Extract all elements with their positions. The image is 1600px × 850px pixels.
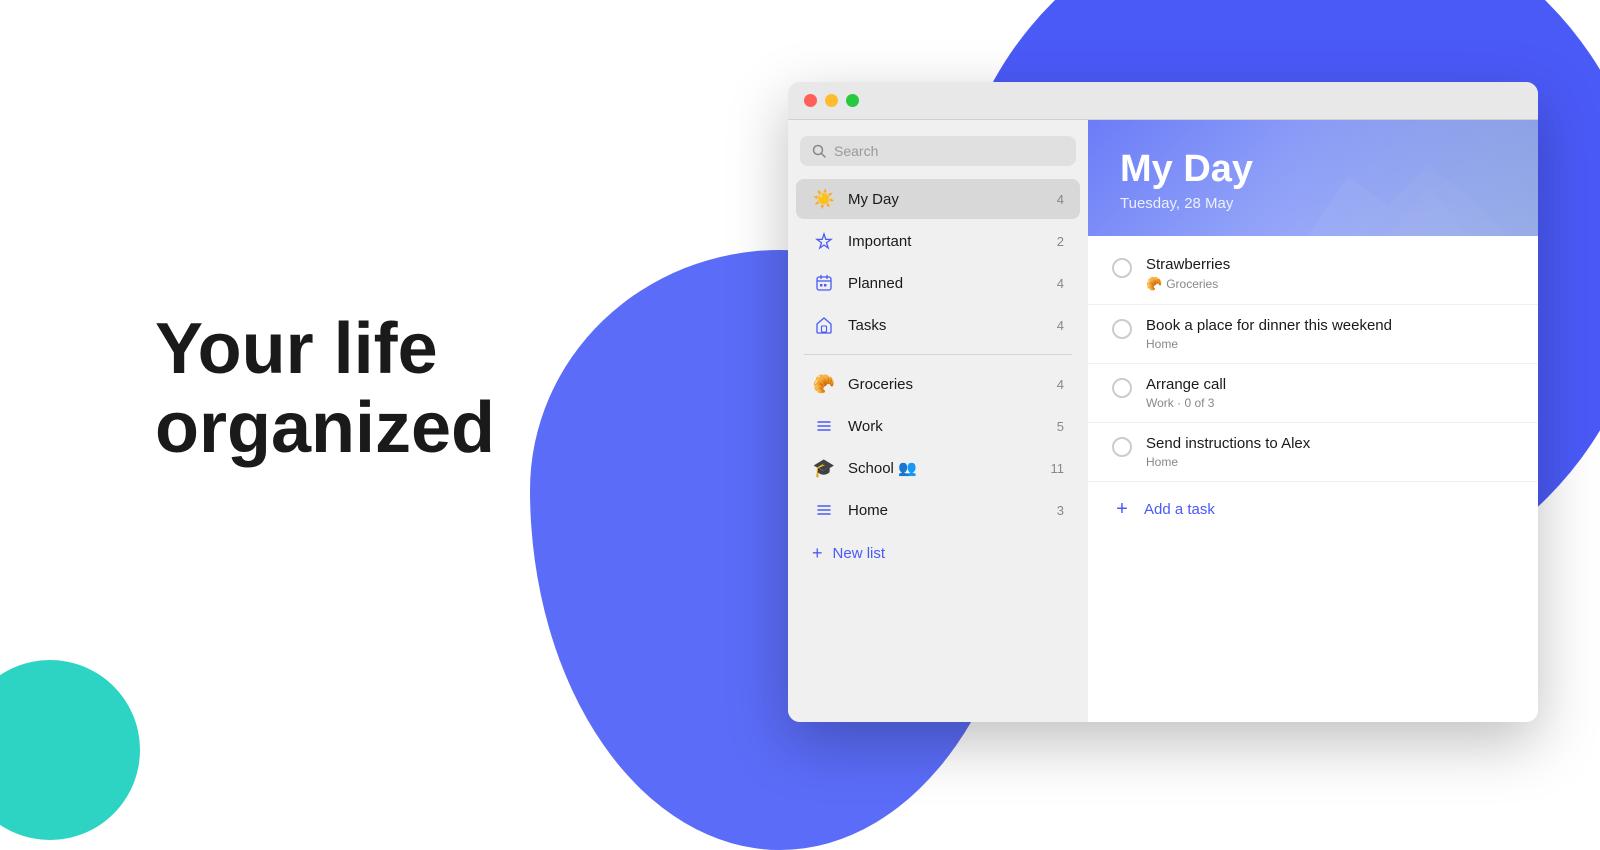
- sidebar-count-tasks: 4: [1057, 318, 1064, 333]
- sun-icon: ☀️: [812, 187, 836, 211]
- star-icon: [812, 229, 836, 253]
- task-content: Arrange call Work · 0 of 3: [1146, 376, 1514, 410]
- task-meta: Work · 0 of 3: [1146, 396, 1514, 410]
- task-item[interactable]: Book a place for dinner this weekend Hom…: [1088, 305, 1538, 364]
- minimize-button[interactable]: [825, 94, 838, 107]
- task-checkbox[interactable]: [1112, 437, 1132, 457]
- task-meta-icon: 🥐: [1146, 276, 1162, 292]
- hero-line1: Your life: [155, 309, 438, 389]
- task-title: Send instructions to Alex: [1146, 435, 1514, 452]
- bg-decoration-teal: [0, 660, 140, 840]
- plus-icon: +: [812, 543, 823, 564]
- panel-date: Tuesday, 28 May: [1120, 195, 1506, 212]
- task-title: Strawberries: [1146, 256, 1514, 273]
- sidebar: Search ☀️ My Day 4 Important 2: [788, 120, 1088, 722]
- sidebar-divider: [804, 354, 1072, 355]
- add-task-label: Add a task: [1144, 501, 1215, 518]
- task-meta: Home: [1146, 455, 1514, 469]
- task-title: Book a place for dinner this weekend: [1146, 317, 1514, 334]
- task-checkbox[interactable]: [1112, 378, 1132, 398]
- maximize-button[interactable]: [846, 94, 859, 107]
- task-meta-text: Home: [1146, 337, 1178, 351]
- house-icon: [812, 313, 836, 337]
- add-task-button[interactable]: + Add a task: [1088, 482, 1538, 537]
- app-content: Search ☀️ My Day 4 Important 2: [788, 120, 1538, 722]
- title-bar: [788, 82, 1538, 120]
- task-meta-text: Work · 0 of 3: [1146, 396, 1214, 410]
- task-meta: Home: [1146, 337, 1514, 351]
- hero-line2: organized: [155, 388, 495, 468]
- hero-section: Your life organized: [155, 310, 495, 468]
- sidebar-label-tasks: Tasks: [848, 317, 1045, 334]
- sidebar-label-planned: Planned: [848, 275, 1045, 292]
- task-checkbox[interactable]: [1112, 319, 1132, 339]
- sidebar-item-work[interactable]: Work 5: [796, 406, 1080, 446]
- task-meta-text: Home: [1146, 455, 1178, 469]
- panel-title: My Day: [1120, 148, 1506, 191]
- sidebar-item-school[interactable]: 🎓 School 👥 11: [796, 448, 1080, 488]
- task-item[interactable]: Arrange call Work · 0 of 3: [1088, 364, 1538, 423]
- sidebar-count-home: 3: [1057, 503, 1064, 518]
- main-panel: My Day Tuesday, 28 May Strawberries 🥐 Gr…: [1088, 120, 1538, 722]
- search-icon: [812, 144, 826, 158]
- sidebar-count-important: 2: [1057, 234, 1064, 249]
- sidebar-item-important[interactable]: Important 2: [796, 221, 1080, 261]
- task-title: Arrange call: [1146, 376, 1514, 393]
- app-window: Search ☀️ My Day 4 Important 2: [788, 82, 1538, 722]
- sidebar-label-my-day: My Day: [848, 191, 1045, 208]
- sidebar-count-school: 11: [1051, 461, 1065, 476]
- add-plus-icon: +: [1112, 498, 1132, 521]
- sidebar-item-groceries[interactable]: 🥐 Groceries 4: [796, 364, 1080, 404]
- search-input[interactable]: Search: [834, 143, 1064, 159]
- sidebar-count-groceries: 4: [1057, 377, 1064, 392]
- sidebar-count-work: 5: [1057, 419, 1064, 434]
- list-icon-home: [812, 498, 836, 522]
- new-list-button[interactable]: + New list: [796, 535, 1080, 572]
- sidebar-label-school: School 👥: [848, 459, 1039, 477]
- graduation-icon: 🎓: [812, 456, 836, 480]
- task-item[interactable]: Send instructions to Alex Home: [1088, 423, 1538, 482]
- sidebar-label-work: Work: [848, 418, 1045, 435]
- sidebar-count-my-day: 4: [1057, 192, 1064, 207]
- task-checkbox[interactable]: [1112, 258, 1132, 278]
- sidebar-item-tasks[interactable]: Tasks 4: [796, 305, 1080, 345]
- close-button[interactable]: [804, 94, 817, 107]
- task-content: Send instructions to Alex Home: [1146, 435, 1514, 469]
- task-meta-text: Groceries: [1166, 277, 1218, 291]
- sidebar-count-planned: 4: [1057, 276, 1064, 291]
- bread-icon: 🥐: [812, 372, 836, 396]
- task-meta: 🥐 Groceries: [1146, 276, 1514, 292]
- task-list: Strawberries 🥐 Groceries Book a place fo…: [1088, 236, 1538, 722]
- task-item[interactable]: Strawberries 🥐 Groceries: [1088, 244, 1538, 305]
- sidebar-item-my-day[interactable]: ☀️ My Day 4: [796, 179, 1080, 219]
- list-icon-work: [812, 414, 836, 438]
- new-list-label: New list: [833, 545, 886, 562]
- sidebar-label-home: Home: [848, 502, 1045, 519]
- search-box[interactable]: Search: [800, 136, 1076, 166]
- calendar-icon: [812, 271, 836, 295]
- task-content: Book a place for dinner this weekend Hom…: [1146, 317, 1514, 351]
- sidebar-label-important: Important: [848, 233, 1045, 250]
- main-header: My Day Tuesday, 28 May: [1088, 120, 1538, 236]
- task-content: Strawberries 🥐 Groceries: [1146, 256, 1514, 292]
- sidebar-item-home[interactable]: Home 3: [796, 490, 1080, 530]
- sidebar-label-groceries: Groceries: [848, 376, 1045, 393]
- sidebar-item-planned[interactable]: Planned 4: [796, 263, 1080, 303]
